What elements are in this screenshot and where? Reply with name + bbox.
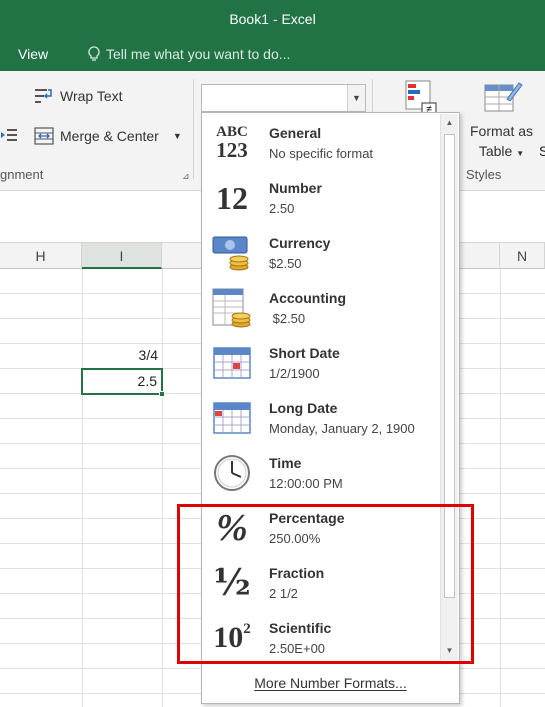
format-as-table-icon bbox=[484, 82, 523, 112]
number-format-box[interactable]: ▼ bbox=[201, 84, 366, 112]
format-name: Long Date bbox=[269, 400, 338, 416]
format-example: 2.50 bbox=[269, 201, 295, 216]
format-as-table-icon-wrap[interactable] bbox=[483, 79, 523, 118]
fill-handle[interactable] bbox=[159, 391, 165, 397]
format-example: 250.00% bbox=[269, 531, 321, 546]
format-example: 2 1/2 bbox=[269, 586, 298, 601]
grid-line bbox=[500, 269, 501, 707]
number-icon-glyph: 12 bbox=[216, 179, 248, 216]
scroll-up-icon[interactable]: ▲ bbox=[441, 114, 458, 132]
active-cell[interactable]: 2.5 bbox=[81, 368, 163, 395]
column-header[interactable]: N bbox=[500, 243, 545, 269]
format-example: $2.50 bbox=[269, 311, 306, 326]
scientific-icon: 102 bbox=[210, 616, 254, 660]
merge-dropdown-icon[interactable]: ▼ bbox=[173, 131, 182, 141]
merge-center-button[interactable]: Merge & Center ▼ bbox=[34, 127, 182, 145]
indent-button[interactable] bbox=[0, 127, 18, 143]
column-header-label: H bbox=[35, 248, 46, 264]
percentage-icon-glyph: % bbox=[216, 507, 248, 549]
time-icon bbox=[210, 451, 254, 495]
format-example: 12:00:00 PM bbox=[269, 476, 343, 491]
format-name: Fraction bbox=[269, 565, 325, 581]
format-option-fraction[interactable]: ½ Fraction 2 1/2 bbox=[202, 555, 441, 610]
format-name: Accounting bbox=[269, 290, 346, 306]
scroll-thumb[interactable] bbox=[444, 134, 455, 598]
cell-i-value-1[interactable]: 3/4 bbox=[82, 343, 162, 368]
fraction-icon-glyph: ½ bbox=[213, 562, 251, 604]
cell-styles-clipped[interactable]: S bbox=[539, 143, 545, 159]
wrap-text-icon bbox=[35, 89, 52, 103]
currency-icon bbox=[210, 231, 254, 275]
format-option-general[interactable]: ABC 123 General No specific format bbox=[202, 115, 441, 170]
alignment-launcher-icon[interactable]: ⊿ bbox=[182, 171, 190, 182]
column-header[interactable] bbox=[460, 243, 500, 269]
format-example: 1/2/1900 bbox=[269, 366, 320, 381]
group-divider bbox=[193, 79, 194, 179]
number-format-dropdown-icon[interactable]: ▼ bbox=[347, 85, 365, 111]
fraction-icon: ½ bbox=[210, 561, 254, 605]
conditional-formatting-icon: ≠ bbox=[405, 80, 437, 115]
lightbulb-icon bbox=[88, 46, 100, 61]
merge-center-label: Merge & Center bbox=[60, 128, 159, 144]
merge-center-icon bbox=[34, 127, 54, 145]
format-as-label: Format as bbox=[470, 123, 534, 139]
format-example: 2.50E+00 bbox=[269, 641, 326, 656]
styles-group-label: Styles bbox=[466, 167, 502, 182]
more-number-formats-label: More Number Formats... bbox=[254, 675, 407, 691]
format-name: Scientific bbox=[269, 620, 332, 636]
column-header-label: I bbox=[119, 248, 124, 264]
format-example: No specific format bbox=[269, 146, 374, 161]
wrap-text-label: Wrap Text bbox=[60, 88, 123, 104]
format-name: Time bbox=[269, 455, 302, 471]
short-date-icon bbox=[210, 341, 254, 385]
format-option-percentage[interactable]: % Percentage 250.00% bbox=[202, 500, 441, 555]
tell-me-placeholder: Tell me what you want to do... bbox=[106, 46, 291, 62]
general-icon-bottom: 123 bbox=[216, 138, 248, 162]
menu-bar: View Tell me what you want to do... bbox=[0, 38, 545, 71]
more-number-formats-link[interactable]: More Number Formats... bbox=[202, 661, 459, 703]
column-header[interactable]: H bbox=[0, 243, 82, 269]
general-icon: ABC 123 bbox=[210, 121, 254, 165]
format-option-accounting[interactable]: Accounting $2.50 bbox=[202, 280, 441, 335]
format-example: $2.50 bbox=[269, 256, 302, 271]
column-header-label: N bbox=[516, 248, 528, 264]
indent-icon bbox=[1, 129, 17, 141]
format-option-scientific[interactable]: 102 Scientific 2.50E+00 bbox=[202, 610, 441, 665]
tell-me-box[interactable]: Tell me what you want to do... bbox=[88, 46, 290, 62]
format-name: General bbox=[269, 125, 322, 141]
format-name: Currency bbox=[269, 235, 331, 251]
format-option-time[interactable]: Time 12:00:00 PM bbox=[202, 445, 441, 500]
wrap-text-button[interactable]: Wrap Text bbox=[34, 87, 123, 105]
format-as-table-button[interactable]: Format as Table ▼ bbox=[470, 123, 533, 159]
percentage-icon: % bbox=[210, 506, 254, 550]
grid-line bbox=[82, 269, 83, 707]
table-label-wrap: Table ▼ bbox=[479, 143, 524, 159]
window-title: Book1 - Excel bbox=[0, 0, 545, 38]
alignment-group-label: gnment bbox=[0, 167, 44, 182]
format-option-long-date[interactable]: Long Date Monday, January 2, 1900 bbox=[202, 390, 441, 445]
scroll-down-icon[interactable]: ▼ bbox=[441, 642, 458, 660]
number-format-dropdown: ABC 123 General No specific format 12 Nu… bbox=[201, 112, 460, 704]
number-icon: 12 bbox=[210, 176, 254, 220]
format-option-number[interactable]: 12 Number 2.50 bbox=[202, 170, 441, 225]
format-name: Number bbox=[269, 180, 322, 196]
scientific-icon-exp: 2 bbox=[243, 621, 251, 637]
grid-line bbox=[162, 269, 163, 707]
format-option-short-date[interactable]: Short Date 1/2/1900 bbox=[202, 335, 441, 390]
format-option-currency[interactable]: Currency $2.50 bbox=[202, 225, 441, 280]
format-name: Percentage bbox=[269, 510, 345, 526]
column-header-selected[interactable]: I bbox=[82, 243, 162, 269]
column-header[interactable] bbox=[162, 243, 202, 269]
dropdown-scrollbar[interactable]: ▲ ▼ bbox=[440, 114, 458, 660]
table-dropdown-icon: ▼ bbox=[516, 149, 525, 158]
accounting-icon bbox=[210, 286, 254, 330]
format-example: Monday, January 2, 1900 bbox=[269, 421, 415, 436]
table-label: Table bbox=[478, 143, 513, 159]
view-tab[interactable]: View bbox=[18, 46, 48, 62]
scientific-icon-base: 10 bbox=[213, 621, 244, 654]
format-name: Short Date bbox=[269, 345, 340, 361]
long-date-icon bbox=[210, 396, 254, 440]
